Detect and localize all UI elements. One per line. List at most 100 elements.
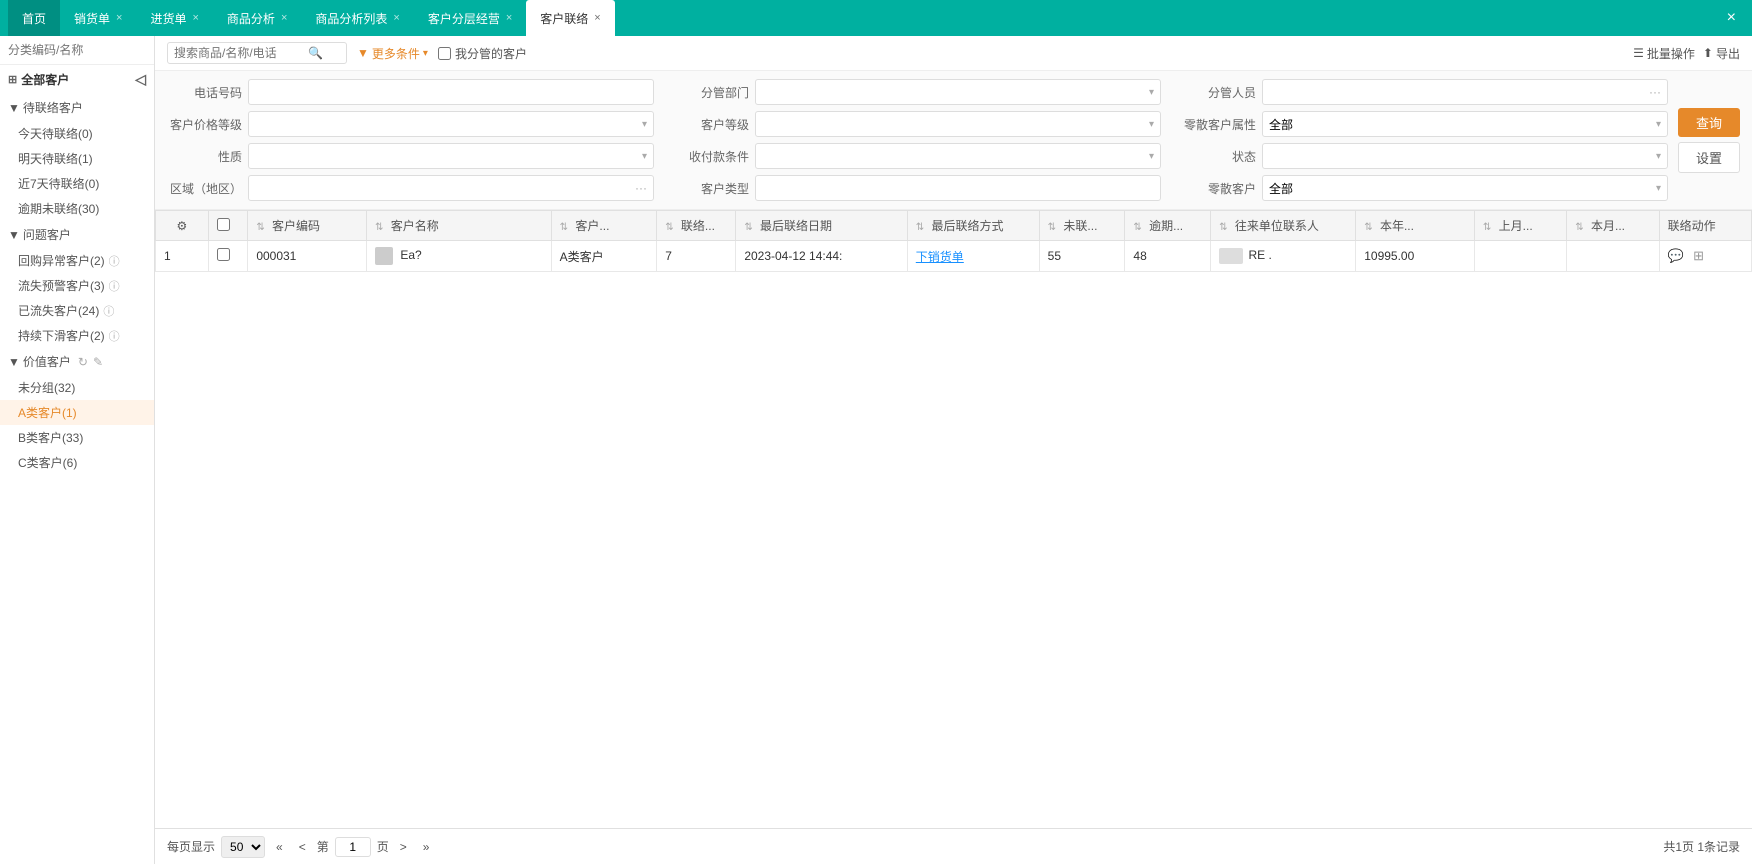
filter-row-2: 客户价格等级 ▾ 客户等级 ▾ [167,111,1668,137]
sidebar-item-today[interactable]: 今天待联络(0) [0,121,154,146]
customer-code-value: 000031 [256,249,296,263]
page-next-btn[interactable]: > [395,838,412,856]
col-overdue-days[interactable]: ⇅ 逾期... [1125,211,1211,241]
last-contact-method-value[interactable]: 下销货单 [916,250,964,264]
sidebar-item-ungrouped[interactable]: 未分组(32) [0,375,154,400]
gear-icon[interactable]: ⚙ [176,219,187,233]
my-customers-checkbox[interactable] [438,47,451,60]
sidebar-group-problem[interactable]: ▼ 问题客户 [0,221,154,248]
sidebar-item-tomorrow-label: 明天待联络(1) [18,150,93,167]
page-next-next-btn[interactable]: » [418,838,435,856]
per-page-select[interactable]: 50 [221,836,265,858]
sidebar-item-class-a[interactable]: A类客户(1) [0,400,154,425]
sidebar-group-value-label: 价值客户 [23,353,71,370]
cell-action: 💬 ⊞ [1659,241,1751,272]
col-customer-code[interactable]: ⇅ 客户编码 [248,211,367,241]
info-icon-3: ⓘ [109,328,120,344]
nav-tab-analysis[interactable]: 商品分析 × [213,0,301,36]
cell-last-contact-date: 2023-04-12 14:44: [736,241,907,272]
sidebar-item-declining[interactable]: 持续下滑客户(2) ⓘ [0,323,154,348]
nav-tab-analysis-list-close[interactable]: × [393,12,399,24]
retail-customer-value: 全部 [1269,180,1293,197]
sidebar-item-overdue[interactable]: 逾期未联络(30) [0,196,154,221]
sidebar-group-pending[interactable]: ▼ 待联络客户 [0,94,154,121]
sidebar-item-7days[interactable]: 近7天待联络(0) [0,171,154,196]
sidebar-item-churn-warning[interactable]: 流失预警客户(3) ⓘ [0,273,154,298]
my-customers-filter[interactable]: 我分管的客户 [438,45,527,62]
col-sort-last-month: ⇅ [1483,222,1491,233]
filter-input-manager[interactable]: ··· [1262,79,1668,105]
filter-input-nature[interactable]: ▾ [248,143,654,169]
filter-input-dept[interactable]: ▾ [755,79,1161,105]
page-prev-btn[interactable]: < [294,838,311,856]
sidebar-collapse-btn[interactable]: ◁ [135,71,146,88]
export-btn[interactable]: ⬆ 导出 [1703,45,1740,62]
col-contact-count[interactable]: ⇅ 联络... [657,211,736,241]
filter-label-payment: 收付款条件 [674,148,749,165]
filter-more-btn[interactable]: ▼ 更多条件 ▾ [357,45,428,62]
col-gear: ⚙ [156,211,209,241]
nav-tab-analysis-close[interactable]: × [281,12,287,24]
table-header-row: ⚙ ⇅ 客户编码 ⇅ 客户名称 [156,211,1752,241]
filter-search-input[interactable] [174,46,304,60]
sidebar-item-class-b[interactable]: B类客户(33) [0,425,154,450]
nav-tab-analysis-list[interactable]: 商品分析列表 × [301,0,413,36]
nav-tab-home[interactable]: 首页 [8,0,60,36]
row-checkbox[interactable] [217,248,230,261]
filter-input-price-level[interactable]: ▾ [248,111,654,137]
cell-name: Ea? [367,241,552,272]
filter-input-cust-type[interactable] [755,175,1161,201]
filter-input-region[interactable]: ··· [248,175,654,201]
action-message-icon[interactable]: 💬 [1668,248,1684,263]
select-all-checkbox[interactable] [217,218,230,231]
nav-tab-customer-segment[interactable]: 客户分层经营 × [414,0,526,36]
page-input[interactable] [335,837,371,857]
col-contact-person-label: 往来单位联系人 [1235,219,1319,233]
sidebar-group-value[interactable]: ▼ 价值客户 ↻ ✎ [0,348,154,375]
nav-tab-customer-segment-close[interactable]: × [506,12,512,24]
action-link-icon[interactable]: ⊞ [1693,248,1704,263]
sidebar-item-repurchase-abnormal[interactable]: 回购异常客户(2) ⓘ [0,248,154,273]
col-uncontact-days-label: 未联... [1063,219,1097,233]
sidebar-item-class-c[interactable]: C类客户(6) [0,450,154,475]
col-this-year[interactable]: ⇅ 本年... [1356,211,1475,241]
col-sort-code: ⇅ [256,222,264,233]
filter-input-retail-customer[interactable]: 全部 ▾ [1262,175,1668,201]
col-customer-type[interactable]: ⇅ 客户... [551,211,657,241]
col-last-month[interactable]: ⇅ 上月... [1474,211,1566,241]
cell-uncontact-days: 55 [1039,241,1125,272]
setting-button[interactable]: 设置 [1678,142,1740,173]
filter-input-payment[interactable]: ▾ [755,143,1161,169]
value-group-edit-icon[interactable]: ✎ [93,355,103,369]
filter-input-status[interactable]: ▾ [1262,143,1668,169]
window-close-icon[interactable]: × [1719,9,1744,27]
col-uncontact-days[interactable]: ⇅ 未联... [1039,211,1125,241]
sidebar-all-customers[interactable]: ⊞ 全部客户 ◁ [0,65,154,94]
col-contact-person[interactable]: ⇅ 往来单位联系人 [1211,211,1356,241]
nav-tab-customer-contact-close[interactable]: × [594,12,600,24]
filter-input-retail-attr[interactable]: 全部 ▾ [1262,111,1668,137]
row-index: 1 [164,249,171,263]
batch-ops-btn[interactable]: ☰ 批量操作 [1633,45,1695,62]
col-last-contact-date[interactable]: ⇅ 最后联络日期 [736,211,907,241]
nav-tab-purchase-close[interactable]: × [192,12,198,24]
page-prev-prev-btn[interactable]: « [271,838,288,856]
sidebar-item-tomorrow[interactable]: 明天待联络(1) [0,146,154,171]
filter-input-customer-level[interactable]: ▾ [755,111,1161,137]
value-group-refresh-icon[interactable]: ↻ [78,355,88,369]
col-customer-name[interactable]: ⇅ 客户名称 [367,211,552,241]
nav-tab-sales[interactable]: 销货单 × [60,0,136,36]
nav-tab-purchase[interactable]: 进货单 × [136,0,212,36]
filter-search-icon[interactable]: 🔍 [308,46,323,60]
query-button[interactable]: 查询 [1678,108,1740,137]
nav-tab-sales-close[interactable]: × [116,12,122,24]
sidebar-item-churned[interactable]: 已流失客户(24) ⓘ [0,298,154,323]
filter-input-phone[interactable] [248,79,654,105]
nav-tab-analysis-label: 商品分析 [227,10,275,27]
page-label: 第 [317,838,329,855]
nav-tab-customer-contact[interactable]: 客户联络 × [526,0,614,36]
sidebar-search-input[interactable] [8,43,155,57]
col-this-month[interactable]: ⇅ 本月... [1567,211,1659,241]
customer-level-arrow-icon: ▾ [1149,119,1154,130]
col-last-contact-method[interactable]: ⇅ 最后联络方式 [907,211,1039,241]
